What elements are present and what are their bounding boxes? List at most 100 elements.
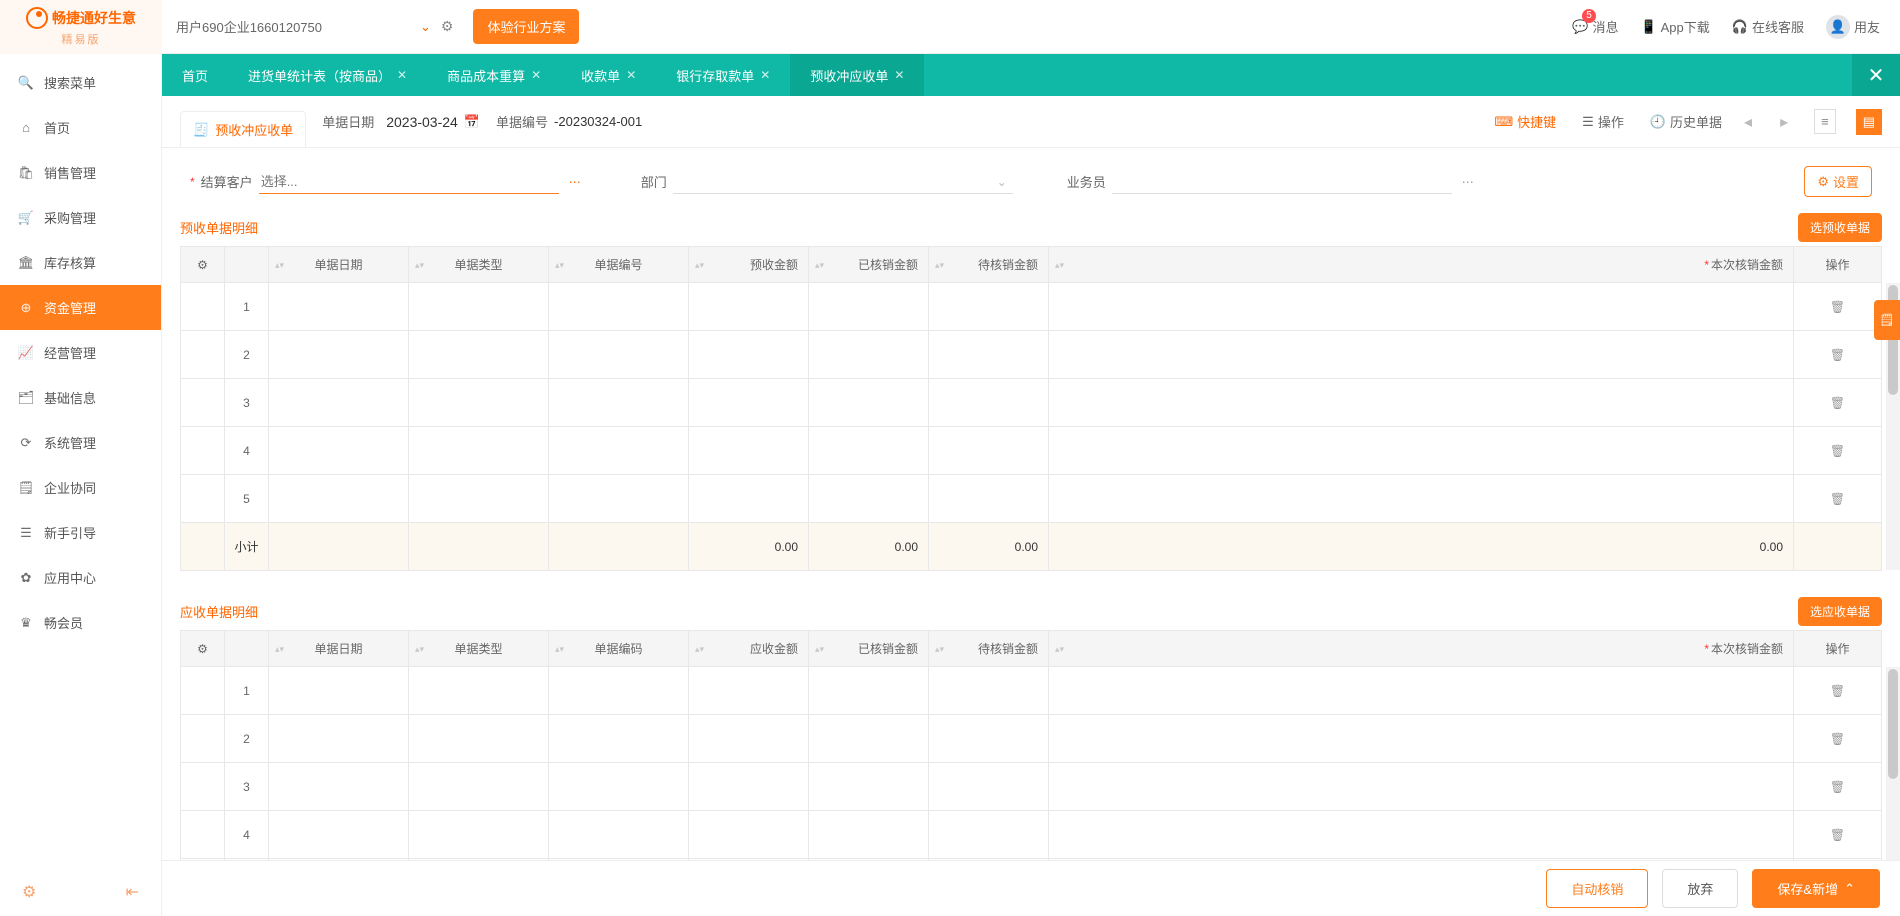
operate-action[interactable]: ☰操作 bbox=[1582, 112, 1624, 131]
close-icon[interactable]: ✕ bbox=[626, 68, 636, 82]
table-row[interactable]: 3🗑 bbox=[181, 379, 1882, 427]
sort-icon[interactable]: ▴▾ bbox=[815, 646, 824, 652]
dept-input[interactable] bbox=[673, 170, 1013, 194]
sort-icon[interactable]: ▴▾ bbox=[815, 262, 824, 268]
table-row[interactable]: 2🗑 bbox=[181, 331, 1882, 379]
sidebar-item-label: 库存核算 bbox=[44, 253, 96, 272]
sidebar-item-8[interactable]: ⟳系统管理 bbox=[0, 420, 161, 465]
settings-gear-icon[interactable]: ⚙ bbox=[22, 882, 36, 902]
view-card-icon[interactable]: ▤ bbox=[1856, 109, 1882, 135]
sidebar-item-4[interactable]: 🏛库存核算 bbox=[0, 240, 161, 285]
sidebar-item-6[interactable]: 📈经营管理 bbox=[0, 330, 161, 375]
sidebar-item-3[interactable]: 🛒采购管理 bbox=[0, 195, 161, 240]
tenant-selector[interactable]: 用户690企业1660120750 ⌄ bbox=[176, 17, 431, 36]
sidebar-item-2[interactable]: 🛍销售管理 bbox=[0, 150, 161, 195]
sort-icon[interactable]: ▴▾ bbox=[1055, 262, 1064, 268]
sales-filter[interactable]: 业务员 ⋯ bbox=[1067, 170, 1474, 194]
tab-0[interactable]: 首页 bbox=[162, 54, 228, 96]
auto-writeoff-button[interactable]: 自动核销 bbox=[1546, 869, 1648, 908]
sidebar-item-1[interactable]: ⌂首页 bbox=[0, 105, 161, 150]
sort-icon[interactable]: ▴▾ bbox=[555, 646, 564, 652]
calendar-icon[interactable]: 📅 bbox=[464, 114, 480, 130]
sidebar-item-label: 销售管理 bbox=[44, 163, 96, 182]
save-and-new-button[interactable]: 保存&新增⌃ bbox=[1752, 869, 1880, 908]
user-menu[interactable]: 👤 用友 bbox=[1826, 15, 1880, 39]
delete-icon[interactable]: 🗑 bbox=[1830, 300, 1845, 314]
table-row[interactable]: 3🗑 bbox=[181, 763, 1882, 811]
sort-icon[interactable]: ▴▾ bbox=[935, 646, 944, 652]
support-link[interactable]: 🎧 在线客服 bbox=[1732, 17, 1804, 36]
try-solution-button[interactable]: 体验行业方案 bbox=[473, 9, 579, 44]
gear-icon[interactable]: ⚙ bbox=[197, 258, 208, 272]
app-download-link[interactable]: 📱 App下载 bbox=[1640, 17, 1709, 36]
gear-icon[interactable]: ⚙ bbox=[441, 18, 454, 35]
table-row[interactable]: 4🗑 bbox=[181, 811, 1882, 859]
close-icon[interactable]: ✕ bbox=[531, 68, 541, 82]
tab-3[interactable]: 收款单✕ bbox=[561, 54, 656, 96]
logo-subtitle: 精易版 bbox=[62, 31, 101, 47]
table-row[interactable]: 1🗑 bbox=[181, 667, 1882, 715]
close-icon[interactable]: ✕ bbox=[397, 68, 407, 82]
customer-input[interactable] bbox=[259, 170, 559, 194]
tab-5[interactable]: 预收冲应收单✕ bbox=[790, 54, 924, 96]
tab-4[interactable]: 银行存取款单✕ bbox=[656, 54, 790, 96]
sort-icon[interactable]: ▴▾ bbox=[275, 646, 284, 652]
sidebar-item-11[interactable]: ✿应用中心 bbox=[0, 555, 161, 600]
delete-icon[interactable]: 🗑 bbox=[1830, 348, 1845, 362]
select-receivable-doc-button[interactable]: 选应收单据 bbox=[1798, 597, 1882, 626]
sidebar-item-10[interactable]: ☰新手引导 bbox=[0, 510, 161, 555]
settings-button[interactable]: ⚙设置 bbox=[1804, 166, 1872, 197]
sort-icon[interactable]: ▴▾ bbox=[695, 646, 704, 652]
row-number: 1 bbox=[225, 667, 269, 715]
delete-icon[interactable]: 🗑 bbox=[1830, 828, 1845, 842]
gear-icon[interactable]: ⚙ bbox=[197, 642, 208, 656]
delete-icon[interactable]: 🗑 bbox=[1830, 444, 1845, 458]
history-action[interactable]: 🕘历史单据 bbox=[1650, 112, 1722, 131]
table-row[interactable]: 5🗑 bbox=[181, 475, 1882, 523]
sort-icon[interactable]: ▴▾ bbox=[275, 262, 284, 268]
close-icon[interactable]: ✕ bbox=[760, 68, 770, 82]
prepay-table: ⚙▴▾单据日期▴▾单据类型▴▾单据编号▴▾预收金额▴▾已核销金额▴▾待核销金额▴… bbox=[180, 246, 1882, 571]
table-row[interactable]: 2🗑 bbox=[181, 715, 1882, 763]
sales-more-icon[interactable]: ⋯ bbox=[1462, 175, 1474, 189]
table-row[interactable]: 1🗑 bbox=[181, 283, 1882, 331]
chevron-down-icon[interactable]: ⌄ bbox=[997, 175, 1007, 189]
shortcuts-action[interactable]: ⌨快捷键 bbox=[1494, 112, 1556, 131]
sidebar-item-label: 采购管理 bbox=[44, 208, 96, 227]
delete-icon[interactable]: 🗑 bbox=[1830, 396, 1845, 410]
customer-filter[interactable]: *结算客户 ⋯ bbox=[190, 170, 581, 194]
prev-doc-icon[interactable]: ◂ bbox=[1738, 112, 1758, 132]
close-icon[interactable]: ✕ bbox=[894, 68, 904, 82]
collapse-sidebar-icon[interactable]: ⇤ bbox=[126, 882, 139, 902]
customer-more-icon[interactable]: ⋯ bbox=[569, 175, 581, 189]
next-doc-icon[interactable]: ▸ bbox=[1774, 112, 1794, 132]
sort-icon[interactable]: ▴▾ bbox=[935, 262, 944, 268]
dept-filter[interactable]: 部门 ⌄ bbox=[641, 170, 1007, 194]
delete-icon[interactable]: 🗑 bbox=[1830, 732, 1845, 746]
delete-icon[interactable]: 🗑 bbox=[1830, 780, 1845, 794]
sort-icon[interactable]: ▴▾ bbox=[555, 262, 564, 268]
sales-input[interactable] bbox=[1112, 170, 1452, 194]
select-prepay-doc-button[interactable]: 选预收单据 bbox=[1798, 213, 1882, 242]
sort-icon[interactable]: ▴▾ bbox=[695, 262, 704, 268]
side-panel-toggle[interactable]: 🗒 bbox=[1874, 300, 1900, 340]
tab-1[interactable]: 进货单统计表（按商品）✕ bbox=[228, 54, 427, 96]
sort-icon[interactable]: ▴▾ bbox=[1055, 646, 1064, 652]
messages-link[interactable]: 💬 消息 5 bbox=[1572, 17, 1618, 36]
sidebar-item-7[interactable]: 🗂基础信息 bbox=[0, 375, 161, 420]
doc-date-field[interactable]: 单据日期 2023-03-24 📅 bbox=[322, 112, 480, 131]
sidebar-item-9[interactable]: 🗒企业协同 bbox=[0, 465, 161, 510]
sidebar-item-5[interactable]: ⊕资金管理 bbox=[0, 285, 161, 330]
tabs-close-all[interactable]: ✕ bbox=[1852, 54, 1900, 96]
sidebar-item-12[interactable]: ♛畅会员 bbox=[0, 600, 161, 645]
view-list-icon[interactable]: ≡ bbox=[1814, 109, 1836, 134]
sidebar-item-0[interactable]: 🔍搜索菜单 bbox=[0, 60, 161, 105]
table-row[interactable]: 4🗑 bbox=[181, 427, 1882, 475]
delete-icon[interactable]: 🗑 bbox=[1830, 684, 1845, 698]
tab-2[interactable]: 商品成本重算✕ bbox=[427, 54, 561, 96]
sort-icon[interactable]: ▴▾ bbox=[415, 646, 424, 652]
delete-icon[interactable]: 🗑 bbox=[1830, 492, 1845, 506]
col-header: 待核销金额 bbox=[978, 642, 1038, 656]
sort-icon[interactable]: ▴▾ bbox=[415, 262, 424, 268]
discard-button[interactable]: 放弃 bbox=[1662, 869, 1738, 908]
